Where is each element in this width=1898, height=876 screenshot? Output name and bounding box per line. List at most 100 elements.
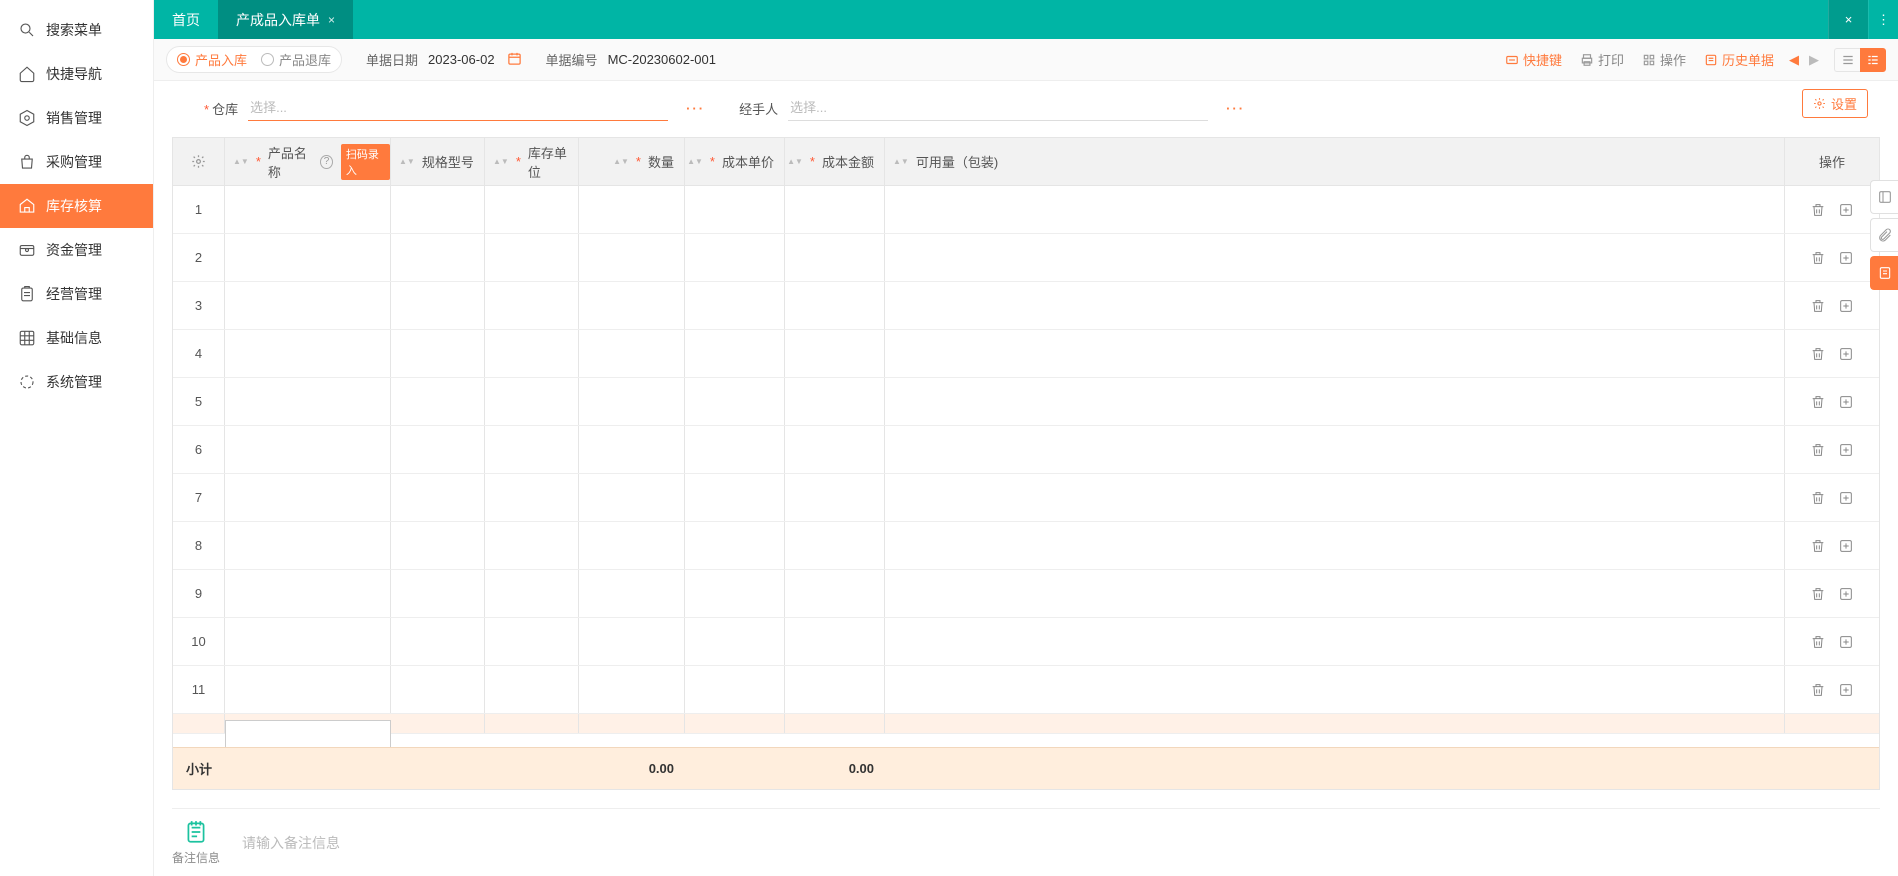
sidebar-item-8[interactable]: 系统管理 <box>0 360 153 404</box>
search-icon <box>18 21 36 39</box>
tab-home[interactable]: 首页 <box>154 0 218 39</box>
product-table: ▲▼*产品名称? 扫码录入 ▲▼规格型号 ▲▼*库存单位 ▲▼*数量 ▲▼*成本… <box>172 137 1880 790</box>
add-icon[interactable] <box>1838 586 1854 602</box>
table-footer: 小计 0.00 0.00 <box>173 747 1879 789</box>
rail-attach-icon[interactable] <box>1870 218 1898 252</box>
bag-icon <box>18 153 36 171</box>
scan-badge[interactable]: 扫码录入 <box>341 144 390 180</box>
add-icon[interactable] <box>1838 250 1854 266</box>
print-button[interactable]: 打印 <box>1574 48 1630 71</box>
delete-icon[interactable] <box>1810 346 1826 362</box>
handler-input[interactable] <box>788 95 1208 121</box>
main-area: 首页 产成品入库单 × × ⋮ 产品入库 产品退库 单据日期 2023-06-0… <box>154 0 1898 876</box>
delete-icon[interactable] <box>1810 298 1826 314</box>
sidebar-item-6[interactable]: 经营管理 <box>0 272 153 316</box>
sidebar-item-7[interactable]: 基础信息 <box>0 316 153 360</box>
add-icon[interactable] <box>1838 202 1854 218</box>
th-ops: 操作 <box>1785 138 1879 185</box>
delete-icon[interactable] <box>1810 490 1826 506</box>
table-row[interactable]: 5 <box>173 378 1879 426</box>
add-icon[interactable] <box>1838 298 1854 314</box>
delete-icon[interactable] <box>1810 634 1826 650</box>
rail-note-icon[interactable] <box>1870 256 1898 290</box>
nav-arrows: ◀ ▶ <box>1786 52 1822 68</box>
th-price[interactable]: ▲▼*成本单价 <box>685 138 785 185</box>
table-row[interactable]: 7 <box>173 474 1879 522</box>
table-row[interactable]: 10 <box>173 618 1879 666</box>
table-row[interactable]: 9 <box>173 570 1879 618</box>
handler-more-icon[interactable]: ··· <box>1226 101 1245 116</box>
sidebar-item-3[interactable]: 采购管理 <box>0 140 153 184</box>
radio-product-in[interactable]: 产品入库 <box>177 50 247 69</box>
grid-icon <box>18 329 36 347</box>
warehouse-more-icon[interactable]: ··· <box>686 101 705 116</box>
delete-icon[interactable] <box>1810 682 1826 698</box>
add-icon[interactable] <box>1838 682 1854 698</box>
sidebar-item-4[interactable]: 库存核算 <box>0 184 153 228</box>
date-value[interactable]: 2023-06-02 <box>428 52 495 67</box>
tag-icon <box>18 109 36 127</box>
add-icon[interactable] <box>1838 490 1854 506</box>
table-row[interactable]: 8 <box>173 522 1879 570</box>
warehouse-field: *仓库 ··· <box>204 95 705 121</box>
history-button[interactable]: 历史单据 <box>1698 48 1780 71</box>
sidebar-item-5[interactable]: 资金管理 <box>0 228 153 272</box>
tabbar-close-button[interactable]: × <box>1828 0 1868 39</box>
calendar-icon[interactable] <box>507 51 522 69</box>
close-icon[interactable]: × <box>328 13 335 27</box>
add-icon[interactable] <box>1838 442 1854 458</box>
tab-document[interactable]: 产成品入库单 × <box>218 0 353 39</box>
sidebar-item-2[interactable]: 销售管理 <box>0 96 153 140</box>
operate-button[interactable]: 操作 <box>1636 48 1692 71</box>
date-label: 单据日期 <box>366 50 418 69</box>
table-row-editing[interactable] <box>173 714 1879 734</box>
delete-icon[interactable] <box>1810 394 1826 410</box>
settings-button[interactable]: 设置 <box>1802 89 1868 118</box>
home-icon <box>18 65 36 83</box>
table-row[interactable]: 3 <box>173 282 1879 330</box>
th-unit[interactable]: ▲▼*库存单位 <box>485 138 579 185</box>
table-row[interactable]: 6 <box>173 426 1879 474</box>
warehouse-input[interactable] <box>248 95 668 121</box>
rail-expand-icon[interactable] <box>1870 180 1898 214</box>
th-product[interactable]: ▲▼*产品名称? 扫码录入 <box>225 138 391 185</box>
view-detail-button[interactable] <box>1860 48 1886 72</box>
th-qty[interactable]: ▲▼*数量 <box>579 138 685 185</box>
remarks-input[interactable] <box>242 835 1880 851</box>
table-row[interactable]: 2 <box>173 234 1879 282</box>
table-row[interactable]: 1 <box>173 186 1879 234</box>
delete-icon[interactable] <box>1810 250 1826 266</box>
toolbar: 产品入库 产品退库 单据日期 2023-06-02 单据编号 MC-202306… <box>154 39 1898 81</box>
sidebar: 搜索菜单快捷导航销售管理采购管理库存核算资金管理经营管理基础信息系统管理 <box>0 0 154 876</box>
th-amount[interactable]: ▲▼*成本金额 <box>785 138 885 185</box>
sidebar-item-1[interactable]: 快捷导航 <box>0 52 153 96</box>
column-config-icon[interactable] <box>173 138 225 185</box>
add-icon[interactable] <box>1838 394 1854 410</box>
next-arrow-icon[interactable]: ▶ <box>1806 52 1822 68</box>
delete-icon[interactable] <box>1810 538 1826 554</box>
product-cell-input[interactable] <box>225 720 391 747</box>
view-compact-button[interactable] <box>1834 48 1860 72</box>
table-body: 1234567891011 <box>173 186 1879 747</box>
delete-icon[interactable] <box>1810 202 1826 218</box>
right-rail <box>1870 180 1898 290</box>
add-icon[interactable] <box>1838 634 1854 650</box>
th-avail[interactable]: ▲▼可用量（包装) <box>885 138 1785 185</box>
radio-product-out[interactable]: 产品退库 <box>261 50 331 69</box>
clipboard-icon <box>18 285 36 303</box>
remarks-icon: 备注信息 <box>172 819 220 866</box>
remarks-section: 备注信息 <box>172 808 1880 876</box>
tab-document-label: 产成品入库单 <box>236 10 320 30</box>
delete-icon[interactable] <box>1810 586 1826 602</box>
table-header: ▲▼*产品名称? 扫码录入 ▲▼规格型号 ▲▼*库存单位 ▲▼*数量 ▲▼*成本… <box>173 138 1879 186</box>
th-spec[interactable]: ▲▼规格型号 <box>391 138 485 185</box>
table-row[interactable]: 4 <box>173 330 1879 378</box>
tabbar-more-button[interactable]: ⋮ <box>1868 0 1898 39</box>
table-row[interactable]: 11 <box>173 666 1879 714</box>
add-icon[interactable] <box>1838 538 1854 554</box>
sidebar-item-0[interactable]: 搜索菜单 <box>0 8 153 52</box>
shortcut-button[interactable]: 快捷键 <box>1499 48 1568 71</box>
prev-arrow-icon[interactable]: ◀ <box>1786 52 1802 68</box>
add-icon[interactable] <box>1838 346 1854 362</box>
delete-icon[interactable] <box>1810 442 1826 458</box>
